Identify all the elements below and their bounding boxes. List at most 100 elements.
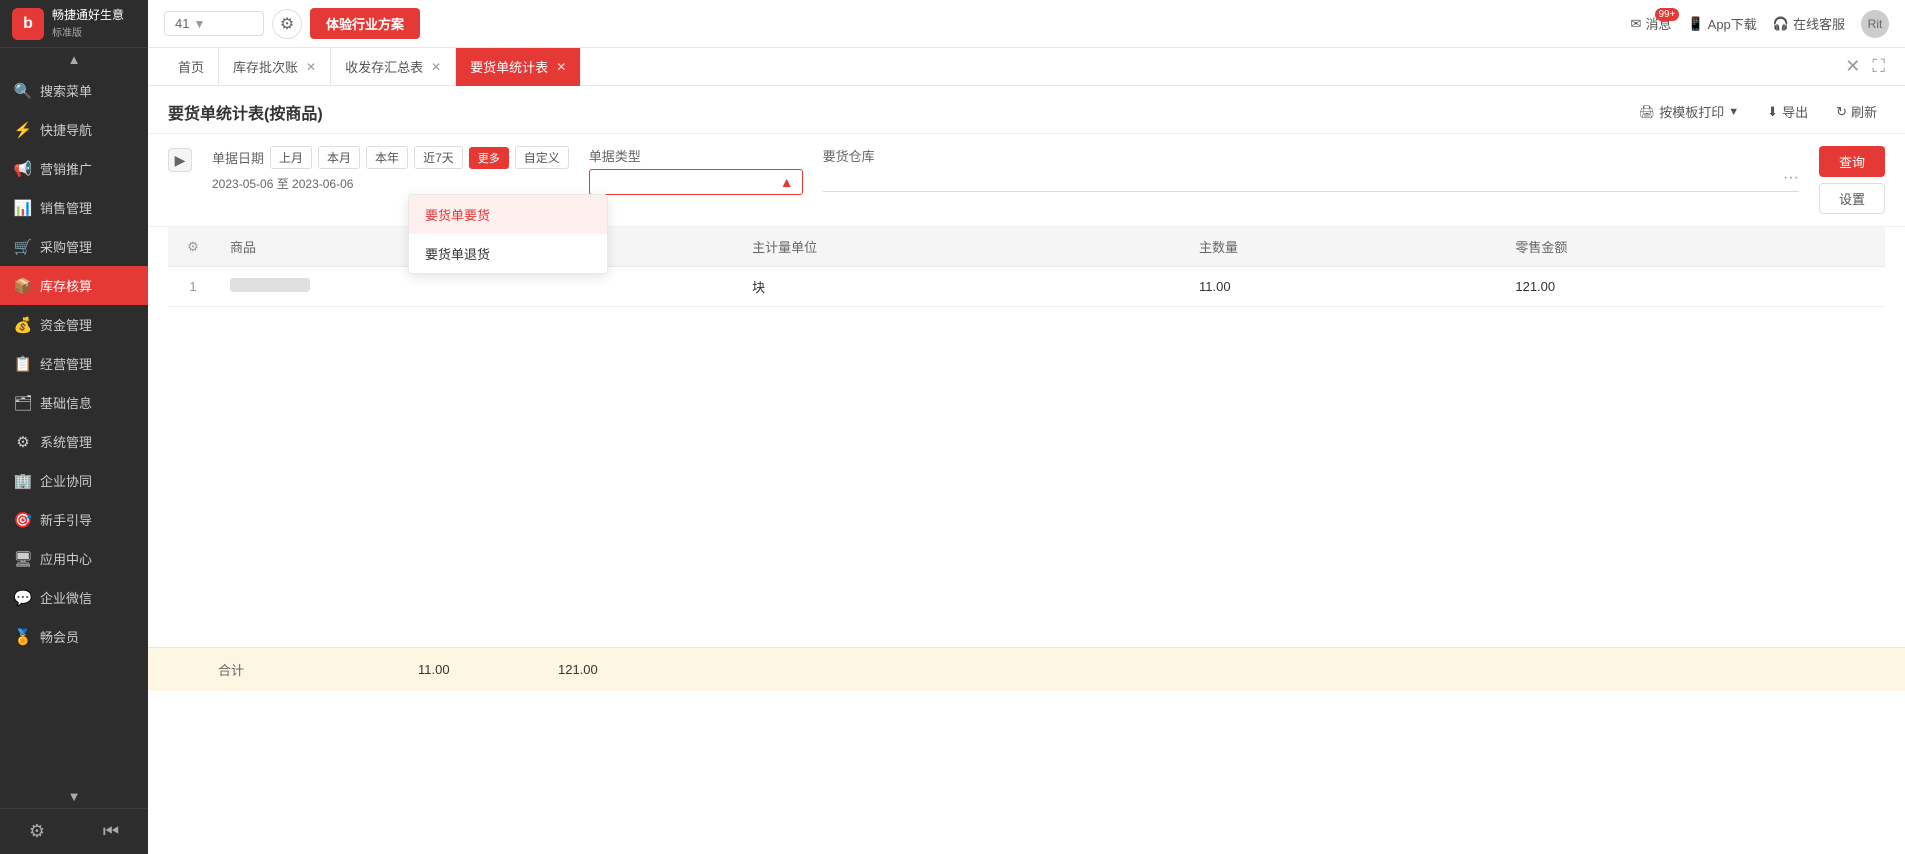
sidebar-nav: 🔍 搜索菜单 ⚡ 快捷导航 📢 营销推广 📊 销售管理 🛒 采购管理 📦 库存核…: [0, 71, 148, 785]
page-header: 要货单统计表(按商品) 🖨 按模板打印 ▼ ⬇ 导出 ↻ 刷新: [148, 86, 1905, 134]
gear-icon: ⚙: [280, 14, 294, 34]
filter-content: 单据日期 上月 本月 本年 近7天 更多 自定义 2023-05-06 至 20…: [212, 146, 1799, 195]
topbar-left: 41 ▼ ⚙ 体验行业方案: [164, 8, 1619, 39]
close-all-tabs-btn[interactable]: ✕: [1841, 56, 1864, 77]
table-settings-icon[interactable]: ⚙: [187, 239, 199, 254]
sidebar-item-sales[interactable]: 📊 销售管理: [0, 188, 148, 227]
tabbar-expand: ✕ ⛶: [1841, 56, 1889, 77]
tab-home[interactable]: 首页: [164, 48, 219, 86]
footer-values: 11.00 121.00: [418, 662, 1885, 677]
table-header-unit: 主计量单位: [740, 227, 1187, 267]
message-btn[interactable]: ✉ 消息 99+: [1631, 14, 1672, 33]
topbar-settings-btn[interactable]: ⚙: [272, 9, 302, 39]
settings-bottom-btn[interactable]: ⚙: [21, 817, 53, 846]
online-service-btn[interactable]: 🎧 在线客服: [1773, 14, 1845, 33]
warehouse-filter-input[interactable]: [823, 171, 1777, 186]
headset-icon: 🎧: [1773, 16, 1789, 32]
this-month-btn[interactable]: 本月: [318, 146, 360, 169]
sidebar-bottom: ⚙ ⏮: [0, 808, 148, 854]
type-filter-group: 单据类型 ▲: [589, 146, 803, 195]
tab-recv-summary[interactable]: 收发存汇总表 ✕: [331, 48, 456, 86]
refresh-btn[interactable]: ↻ 刷新: [1828, 98, 1885, 125]
trial-industry-btn[interactable]: 体验行业方案: [310, 8, 420, 39]
table-header-settings[interactable]: ⚙: [168, 227, 218, 267]
table-header-quantity: 主数量: [1187, 227, 1503, 267]
type-filter-input-row[interactable]: ▲: [589, 169, 803, 195]
main-area: 41 ▼ ⚙ 体验行业方案 ✉ 消息 99+ 📱 App下载 🎧 在线客服: [148, 0, 1905, 854]
sales-icon: 📊: [14, 199, 32, 217]
type-filter-label: 单据类型: [589, 146, 803, 165]
app-logo-text: 畅捷通好生意 标准版: [52, 8, 124, 39]
sidebar-item-apps[interactable]: 🖥 应用中心: [0, 539, 148, 578]
type-filter-chevron-up-icon[interactable]: ▲: [780, 174, 794, 190]
print-btn[interactable]: 🖨 按模板打印 ▼: [1631, 98, 1747, 125]
search-icon: 🔍: [14, 82, 32, 100]
sidebar-item-shortcut[interactable]: ⚡ 快捷导航: [0, 110, 148, 149]
export-icon: ⬇: [1767, 104, 1778, 120]
query-btn[interactable]: 查询: [1819, 146, 1885, 177]
sidebar-item-search[interactable]: 🔍 搜索菜单: [0, 71, 148, 110]
row-unit: 块: [740, 267, 1187, 307]
topbar: 41 ▼ ⚙ 体验行业方案 ✉ 消息 99+ 📱 App下载 🎧 在线客服: [148, 0, 1905, 48]
export-btn[interactable]: ⬇ 导出: [1759, 98, 1816, 125]
sidebar-logo: b 畅捷通好生意 标准版: [0, 0, 148, 48]
sidebar-item-system[interactable]: ⚙ 系统管理: [0, 422, 148, 461]
message-icon: ✉: [1631, 16, 1642, 32]
row-quantity: 11.00: [1187, 267, 1503, 307]
sidebar-item-wechat[interactable]: 💬 企业微信: [0, 578, 148, 617]
tab-inventory-batch[interactable]: 库存批次账 ✕: [219, 48, 331, 86]
dropdown-item-order-goods[interactable]: 要货单要货: [409, 195, 607, 234]
last-7days-btn[interactable]: 近7天: [414, 146, 463, 169]
tab-close-order-summary[interactable]: ✕: [556, 60, 566, 74]
this-year-btn[interactable]: 本年: [366, 146, 408, 169]
operations-icon: 📋: [14, 355, 32, 373]
shortcut-icon: ⚡: [14, 121, 32, 139]
sidebar-item-purchase[interactable]: 🛒 采购管理: [0, 227, 148, 266]
warehouse-filter-label: 要货仓库: [823, 146, 1799, 165]
sidebar-scroll-up[interactable]: ▲: [0, 48, 148, 71]
warehouse-more-icon[interactable]: ···: [1783, 169, 1799, 187]
finance-icon: 💰: [14, 316, 32, 334]
settings-btn[interactable]: 设置: [1819, 183, 1885, 214]
more-dates-btn[interactable]: 更多: [469, 147, 509, 169]
product-placeholder: [230, 278, 310, 292]
message-badge: 99+: [1655, 8, 1680, 21]
user-profile-btn[interactable]: Rit: [1861, 10, 1889, 38]
tab-close-recv-summary[interactable]: ✕: [431, 60, 441, 74]
sidebar-item-member[interactable]: 🏅 畅会员: [0, 617, 148, 656]
sidebar-item-finance[interactable]: 💰 资金管理: [0, 305, 148, 344]
maximize-btn[interactable]: ⛶: [1868, 56, 1889, 77]
filter-toggle-btn[interactable]: ▶: [168, 148, 192, 172]
dropdown-item-order-return[interactable]: 要货单退货: [409, 234, 607, 273]
store-selector[interactable]: 41 ▼: [164, 11, 264, 36]
tab-order-summary[interactable]: 要货单统计表 ✕: [456, 48, 581, 86]
tab-close-inventory-batch[interactable]: ✕: [306, 60, 316, 74]
custom-date-btn[interactable]: 自定义: [515, 146, 569, 169]
date-filter-buttons: 上月 本月 本年 近7天 更多 自定义: [270, 146, 569, 169]
sidebar-item-marketing[interactable]: 📢 营销推广: [0, 149, 148, 188]
date-filter-group: 单据日期 上月 本月 本年 近7天 更多 自定义 2023-05-06 至 20…: [212, 146, 569, 192]
sidebar-item-operations[interactable]: 📋 经营管理: [0, 344, 148, 383]
table-header-amount: 零售金额: [1503, 227, 1885, 267]
purchase-icon: 🛒: [14, 238, 32, 256]
avatar: Rit: [1861, 10, 1889, 38]
content-spacer: [148, 307, 1905, 647]
type-filter-input[interactable]: [598, 175, 774, 190]
app-download-btn[interactable]: 📱 App下载: [1687, 14, 1756, 33]
guide-icon: 🎯: [14, 511, 32, 529]
filter-actions: 查询 设置: [1819, 146, 1885, 214]
inventory-icon: 📦: [14, 277, 32, 295]
sidebar-item-enterprise[interactable]: 🏢 企业协同: [0, 461, 148, 500]
page-inner: 要货单统计表(按商品) 🖨 按模板打印 ▼ ⬇ 导出 ↻ 刷新: [148, 86, 1905, 854]
page-content: 要货单统计表(按商品) 🖨 按模板打印 ▼ ⬇ 导出 ↻ 刷新: [148, 86, 1905, 854]
collapse-btn[interactable]: ⏮: [95, 817, 127, 846]
table-footer: 合计 11.00 121.00: [148, 647, 1905, 691]
sidebar-item-basic[interactable]: 🗂 基础信息: [0, 383, 148, 422]
member-icon: 🏅: [14, 628, 32, 646]
sidebar-scroll-down[interactable]: ▼: [0, 785, 148, 808]
sidebar-item-inventory[interactable]: 📦 库存核算: [0, 266, 148, 305]
footer-amount: 121.00: [558, 662, 658, 677]
page-title: 要货单统计表(按商品): [168, 100, 323, 124]
sidebar-item-guide[interactable]: 🎯 新手引导: [0, 500, 148, 539]
last-month-btn[interactable]: 上月: [270, 146, 312, 169]
